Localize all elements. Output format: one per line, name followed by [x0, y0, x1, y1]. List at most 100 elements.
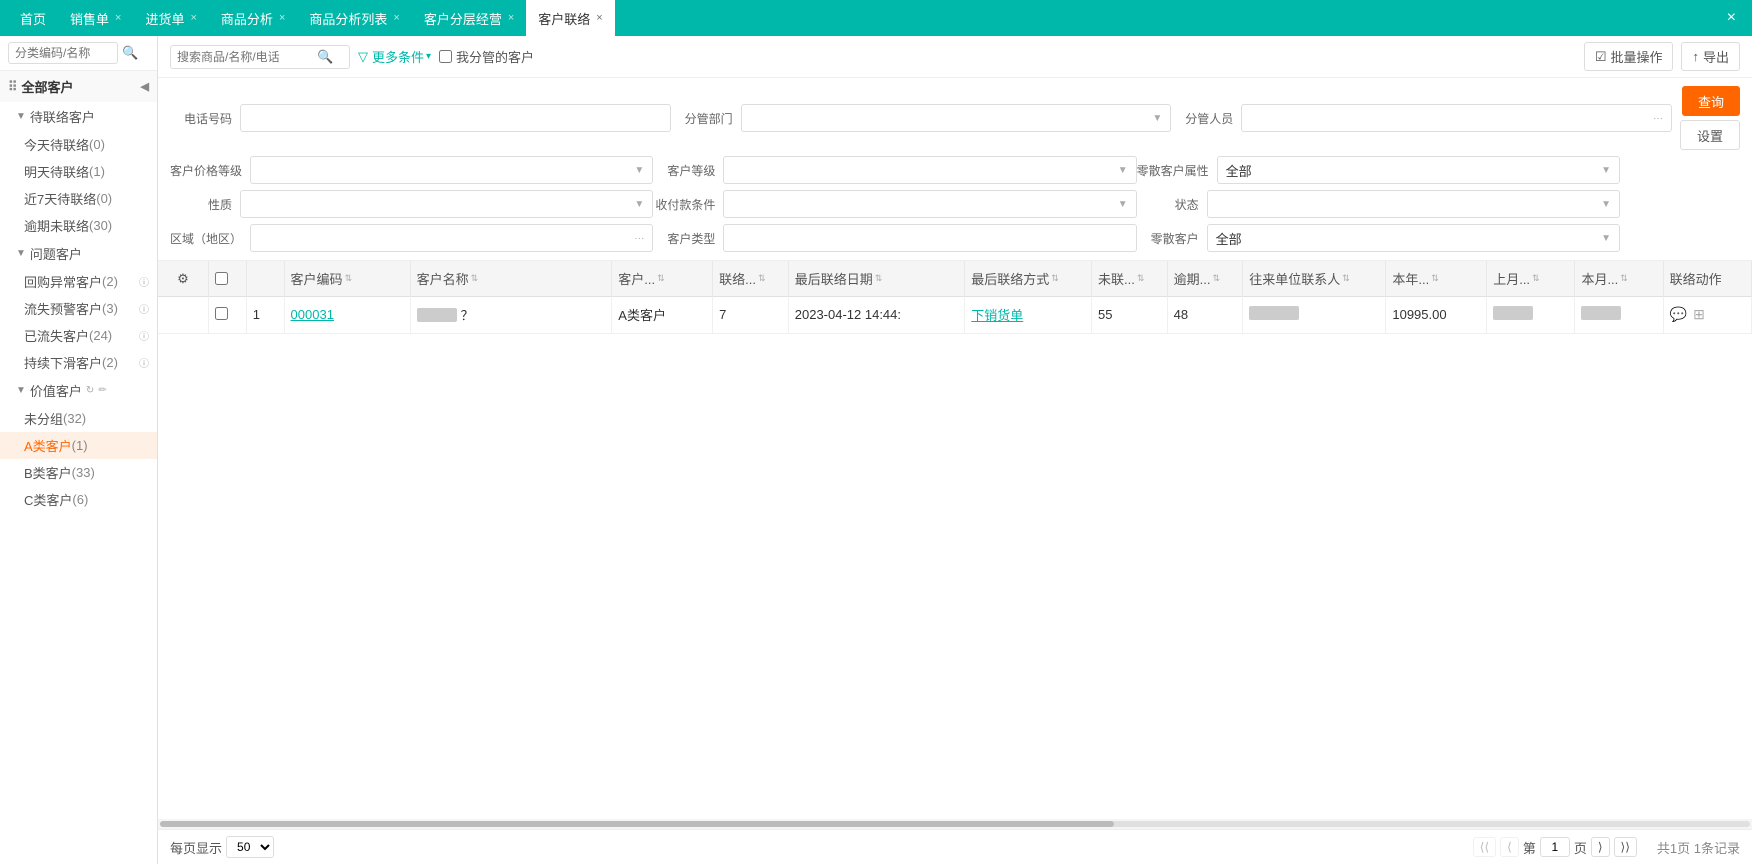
query-button[interactable]: 查询 — [1682, 86, 1740, 116]
sidebar-item-overdue[interactable]: 逾期未联络 (30) — [0, 212, 157, 239]
qr-icon[interactable]: ⊞ — [1693, 306, 1705, 323]
col-last-month[interactable]: 上月... ⇅ — [1487, 261, 1575, 297]
sort-date-icon: ⇅ — [875, 273, 883, 284]
filter-cell-retail-customer: 零散客户 全部 ▼ — [1137, 224, 1620, 252]
page-input[interactable] — [1540, 837, 1570, 857]
gear-icon[interactable]: ⚙ — [177, 271, 189, 287]
col-not-contacted[interactable]: 未联... ⇅ — [1091, 261, 1167, 297]
sidebar-item-class-b[interactable]: B类客户 (33) — [0, 459, 157, 486]
dept-select[interactable]: ▼ — [741, 104, 1172, 132]
more-filters-button[interactable]: ▽ 更多条件 ▾ — [358, 47, 431, 66]
close-customer-contact-tab[interactable]: × — [596, 12, 602, 24]
nav-sales[interactable]: 销售单 × — [58, 0, 133, 36]
per-page-container: 每页显示 50 — [170, 836, 274, 858]
per-page-label: 每页显示 — [170, 838, 222, 857]
close-product-analysis-tab[interactable]: × — [279, 12, 285, 24]
region-label: 区域（地区） — [170, 230, 250, 247]
horizontal-scrollbar[interactable] — [158, 819, 1752, 829]
setting-button[interactable]: 设置 — [1680, 120, 1740, 150]
col-last-contact-date[interactable]: 最后联络日期 ⇅ — [788, 261, 964, 297]
sort-overdue-icon: ⇅ — [1212, 273, 1220, 284]
sidebar-item-7days[interactable]: 近7天待联络 (0) — [0, 185, 157, 212]
nav-product-analysis[interactable]: 商品分析 × — [209, 0, 297, 36]
edit-value-icon[interactable]: ✏ — [98, 385, 106, 396]
customer-grade-select[interactable]: ▼ — [723, 156, 1136, 184]
close-purchase-tab[interactable]: × — [190, 12, 196, 24]
col-last-contact-method[interactable]: 最后联络方式 ⇅ — [965, 261, 1092, 297]
filter-cell-customer-grade: 客户等级 ▼ — [653, 156, 1136, 184]
select-all-checkbox[interactable] — [215, 272, 228, 285]
sort-lastmonth-icon: ⇅ — [1532, 273, 1540, 284]
col-customer-name[interactable]: 客户名称 ⇅ — [410, 261, 612, 297]
cell-customer-type: A类客户 — [612, 297, 713, 334]
col-customer-type[interactable]: 客户... ⇅ — [612, 261, 713, 297]
first-page-button[interactable]: ⟨⟨ — [1473, 837, 1496, 857]
nature-label: 性质 — [170, 196, 240, 213]
status-select[interactable]: ▼ — [1207, 190, 1620, 218]
window-close-button[interactable]: × — [1719, 9, 1744, 27]
retail-attr-select[interactable]: 全部 ▼ — [1217, 156, 1620, 184]
chat-icon[interactable]: 💬 — [1670, 306, 1687, 323]
dept-label: 分管部门 — [671, 110, 741, 127]
filter-cell-nature: 性质 ▼ — [170, 190, 653, 218]
col-contact-person[interactable]: 往来单位联系人 ⇅ — [1243, 261, 1386, 297]
col-overdue[interactable]: 逾期... ⇅ — [1167, 261, 1243, 297]
col-customer-code[interactable]: 客户编码 ⇅ — [284, 261, 410, 297]
nature-select[interactable]: ▼ — [240, 190, 653, 218]
row-checkbox[interactable] — [215, 307, 228, 320]
sidebar-item-unclassified[interactable]: 未分组 (32) — [0, 405, 157, 432]
close-sales-tab[interactable]: × — [115, 12, 121, 24]
col-this-month[interactable]: 本月... ⇅ — [1575, 261, 1663, 297]
phone-input[interactable] — [240, 104, 671, 132]
sidebar-group-problem[interactable]: ▼ 问题客户 — [0, 239, 157, 268]
price-grade-select[interactable]: ▼ — [250, 156, 653, 184]
retail-customer-select[interactable]: 全部 ▼ — [1207, 224, 1620, 252]
sidebar-search-container: 🔍 — [0, 36, 157, 71]
col-year-amount[interactable]: 本年... ⇅ — [1386, 261, 1487, 297]
my-customers-checkbox[interactable] — [439, 50, 452, 63]
nav-product-analysis-list[interactable]: 商品分析列表 × — [297, 0, 411, 36]
sidebar-group-value[interactable]: ▼ 价值客户 ↻ ✏ — [0, 376, 157, 405]
sidebar-item-class-c[interactable]: C类客户 (6) — [0, 486, 157, 513]
sidebar-item-churned[interactable]: 已流失客户 (24) ⓘ — [0, 322, 157, 349]
sidebar-item-tomorrow[interactable]: 明天待联络 (1) — [0, 158, 157, 185]
col-contact-count[interactable]: 联络... ⇅ — [713, 261, 789, 297]
payment-select[interactable]: ▼ — [723, 190, 1136, 218]
name-blurred — [417, 308, 457, 322]
nav-home[interactable]: 首页 — [8, 0, 58, 36]
close-product-analysis-list-tab[interactable]: × — [393, 12, 399, 24]
sidebar-search-icon[interactable]: 🔍 — [122, 45, 138, 61]
batch-op-button[interactable]: ☑ 批量操作 — [1584, 42, 1674, 71]
sidebar-group-pending[interactable]: ▼ 待联络客户 — [0, 102, 157, 131]
nav-customer-tier[interactable]: 客户分层经营 × — [412, 0, 526, 36]
nature-chevron-icon: ▼ — [634, 199, 644, 210]
cell-code[interactable]: 000031 — [284, 297, 410, 334]
region-input[interactable]: ··· — [250, 224, 653, 252]
sidebar-search-input[interactable] — [8, 42, 118, 64]
sidebar-item-declining[interactable]: 持续下滑客户 (2) ⓘ — [0, 349, 157, 376]
sidebar-all-customers[interactable]: ⠿ 全部客户 ◀ — [0, 71, 157, 102]
page-label: 第 — [1523, 838, 1536, 857]
content-area: 🔍 ▽ 更多条件 ▾ 我分管的客户 ☑ 批量操作 ↑ 导出 — [158, 36, 1752, 864]
nav-customer-contact[interactable]: 客户联络 × — [526, 0, 614, 36]
export-button[interactable]: ↑ 导出 — [1681, 42, 1740, 71]
sidebar-item-class-a[interactable]: A类客户 (1) — [0, 432, 157, 459]
manager-input[interactable]: ··· — [1241, 104, 1672, 132]
cell-not-contacted: 55 — [1091, 297, 1167, 334]
cell-action-icons: 💬 ⊞ — [1663, 297, 1751, 334]
scrollbar-thumb[interactable] — [160, 821, 1114, 827]
refresh-icon[interactable]: ↻ — [86, 385, 94, 396]
nav-purchase[interactable]: 进货单 × — [133, 0, 208, 36]
last-page-button[interactable]: ⟩⟩ — [1614, 837, 1637, 857]
sidebar-item-today[interactable]: 今天待联络 (0) — [0, 131, 157, 158]
sidebar-item-repurchase-abnormal[interactable]: 回购异常客户 (2) ⓘ — [0, 268, 157, 295]
prev-page-button[interactable]: ⟨ — [1500, 837, 1519, 857]
customer-type-input[interactable] — [723, 224, 1136, 252]
filter-search-icon[interactable]: 🔍 — [317, 49, 333, 65]
per-page-select[interactable]: 50 — [226, 836, 274, 858]
filter-search-input[interactable] — [177, 50, 317, 64]
close-customer-tier-tab[interactable]: × — [508, 12, 514, 24]
export-icon: ↑ — [1692, 49, 1699, 64]
sidebar-item-churn-warning[interactable]: 流失预警客户 (3) ⓘ — [0, 295, 157, 322]
next-page-button[interactable]: ⟩ — [1591, 837, 1610, 857]
